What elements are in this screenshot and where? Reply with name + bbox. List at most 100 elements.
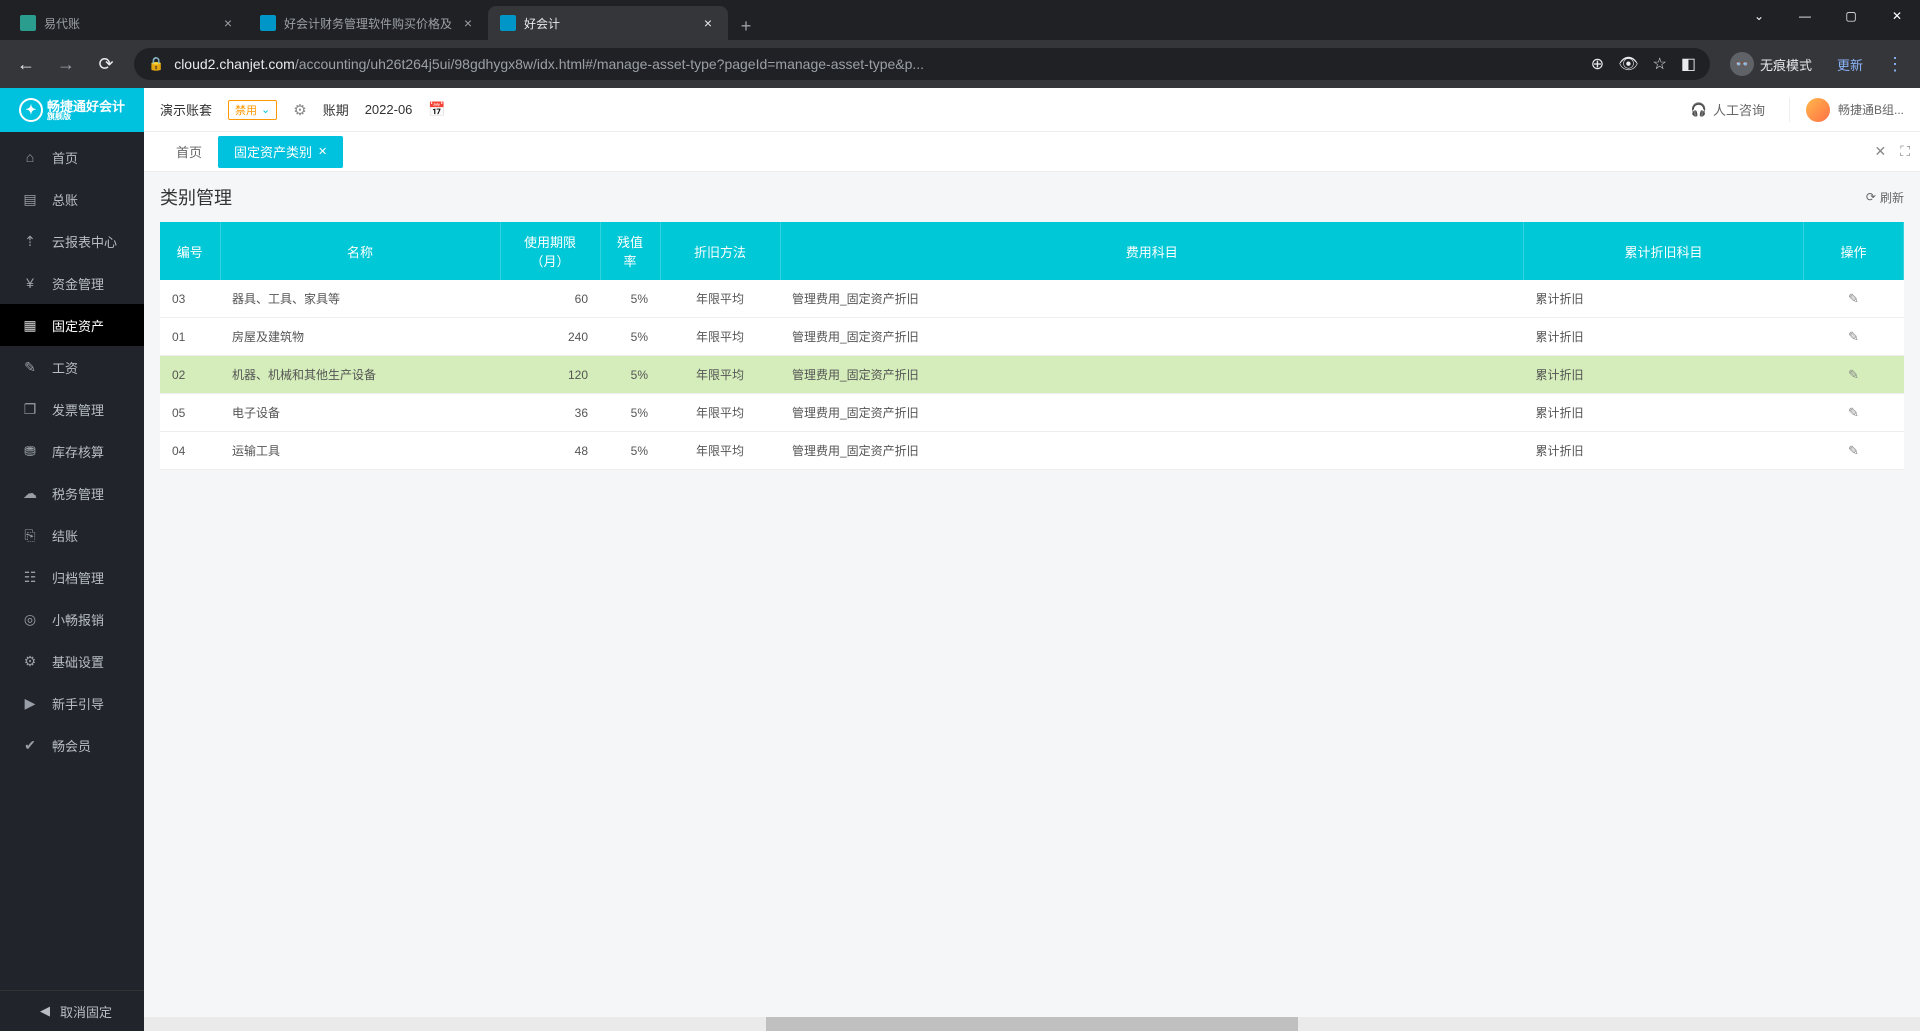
nav-label: 库存核算 <box>52 442 104 461</box>
gear-icon[interactable]: ⚙ <box>293 101 306 119</box>
eye-off-icon[interactable]: 👁 <box>1618 54 1638 74</box>
th-life: 使用期限（月） <box>500 222 600 280</box>
app-logo[interactable]: ✦ 畅捷通好会计 旗舰版 <box>0 88 144 132</box>
calendar-icon[interactable]: 📅 <box>428 101 445 118</box>
nav-label: 发票管理 <box>52 400 104 419</box>
top-bar: 演示账套 禁用 ⌄ ⚙ 账期 2022-06 📅 🎧 人工咨询 畅捷通B组... <box>144 88 1920 132</box>
incognito-label: 无痕模式 <box>1760 55 1812 74</box>
cell-rate: 5% <box>600 394 660 432</box>
sidebar-item-1[interactable]: ▤总账 <box>0 178 144 220</box>
tab-title: 好会计财务管理软件购买价格及 <box>284 15 452 32</box>
cell-method: 年限平均 <box>660 318 780 356</box>
star-icon[interactable]: ☆ <box>1653 54 1667 74</box>
browser-tab[interactable]: 好会计财务管理软件购买价格及 × <box>248 6 488 40</box>
sidebar-item-11[interactable]: ◎小畅报销 <box>0 598 144 640</box>
help-link[interactable]: 🎧 人工咨询 <box>1691 100 1765 119</box>
sidebar-item-2[interactable]: ⇡云报表中心 <box>0 220 144 262</box>
edit-icon[interactable]: ✎ <box>1848 329 1859 344</box>
browser-tab[interactable]: 易代账 × <box>8 6 248 40</box>
sidebar-footer: ◀ 取消固定 <box>0 990 144 1031</box>
update-button[interactable]: 更新 <box>1826 48 1874 81</box>
sidebar-item-13[interactable]: ▶新手引导 <box>0 682 144 724</box>
browser-tab-active[interactable]: 好会计 × <box>488 6 728 40</box>
table-row[interactable]: 03器具、工具、家具等605%年限平均管理费用_固定资产折旧累计折旧✎ <box>160 280 1904 318</box>
menu-icon[interactable]: ⋮ <box>1878 54 1912 75</box>
sidebar-item-3[interactable]: ¥资金管理 <box>0 262 144 304</box>
sidebar-item-8[interactable]: ☁税务管理 <box>0 472 144 514</box>
edit-icon[interactable]: ✎ <box>1848 443 1859 458</box>
refresh-button[interactable]: ⟳ 刷新 <box>1866 189 1904 206</box>
nav-label: 小畅报销 <box>52 610 104 629</box>
logo-icon: ✦ <box>19 98 43 122</box>
scroll-thumb[interactable] <box>766 1017 1299 1031</box>
edit-icon[interactable]: ✎ <box>1848 367 1859 382</box>
cell-name: 电子设备 <box>220 394 500 432</box>
back-button[interactable]: ← <box>8 46 44 82</box>
cell-life: 60 <box>500 280 600 318</box>
close-icon[interactable]: ✕ <box>318 145 327 158</box>
sidebar-item-6[interactable]: ❐发票管理 <box>0 388 144 430</box>
cell-method: 年限平均 <box>660 280 780 318</box>
close-all-icon[interactable]: ✕ <box>1874 143 1886 160</box>
sidebar-item-9[interactable]: ⎘结账 <box>0 514 144 556</box>
cell-depr: 累计折旧 <box>1524 318 1804 356</box>
user-menu[interactable]: 畅捷通B组... <box>1789 98 1904 122</box>
cell-method: 年限平均 <box>660 356 780 394</box>
favicon-icon <box>260 15 276 31</box>
window-controls: ⌄ — ▢ ✕ <box>1736 0 1920 32</box>
nav-label: 畅会员 <box>52 736 91 755</box>
url-input[interactable]: 🔒 cloud2.chanjet.com/accounting/uh26t264… <box>134 48 1710 80</box>
sidebar-item-0[interactable]: ⌂ 首页 <box>0 136 144 178</box>
nav-icon: ✎ <box>22 359 38 375</box>
tab-asset-type[interactable]: 固定资产类别 ✕ <box>218 136 343 168</box>
close-icon[interactable]: × <box>460 15 476 31</box>
browser-chrome: 易代账 × 好会计财务管理软件购买价格及 × 好会计 × + ⌄ — ▢ ✕ ←… <box>0 0 1920 88</box>
fullscreen-icon[interactable]: ⛶ <box>1900 143 1910 160</box>
extension-icon[interactable]: ◧ <box>1681 54 1696 74</box>
reload-button[interactable]: ⟳ <box>88 46 124 82</box>
sidebar-item-12[interactable]: ⚙基础设置 <box>0 640 144 682</box>
tab-home[interactable]: 首页 <box>160 136 218 168</box>
main: 演示账套 禁用 ⌄ ⚙ 账期 2022-06 📅 🎧 人工咨询 畅捷通B组...… <box>144 88 1920 1031</box>
period-value[interactable]: 2022-06 <box>365 102 413 117</box>
cell-life: 240 <box>500 318 600 356</box>
cell-method: 年限平均 <box>660 394 780 432</box>
table-row[interactable]: 02机器、机械和其他生产设备1205%年限平均管理费用_固定资产折旧累计折旧✎ <box>160 356 1904 394</box>
close-window-button[interactable]: ✕ <box>1874 0 1920 32</box>
nav-label: 总账 <box>52 190 78 209</box>
nav-icon: ¥ <box>22 275 38 291</box>
cell-rate: 5% <box>600 432 660 470</box>
sidebar-item-10[interactable]: ☷归档管理 <box>0 556 144 598</box>
sidebar-item-14[interactable]: ✔畅会员 <box>0 724 144 766</box>
nav-icon: ⌂ <box>22 149 38 165</box>
nav-label: 首页 <box>52 148 78 167</box>
trial-badge[interactable]: 禁用 ⌄ <box>228 100 277 120</box>
sidebar-item-5[interactable]: ✎工资 <box>0 346 144 388</box>
nav-label: 固定资产 <box>52 316 104 335</box>
table-row[interactable]: 01房屋及建筑物2405%年限平均管理费用_固定资产折旧累计折旧✎ <box>160 318 1904 356</box>
horizontal-scrollbar[interactable] <box>144 1017 1920 1031</box>
sidebar-item-7[interactable]: ⛃库存核算 <box>0 430 144 472</box>
new-tab-button[interactable]: + <box>732 12 760 40</box>
sidebar-item-4[interactable]: ▦固定资产 <box>0 304 144 346</box>
edit-icon[interactable]: ✎ <box>1848 291 1859 306</box>
table-row[interactable]: 04运输工具485%年限平均管理费用_固定资产折旧累计折旧✎ <box>160 432 1904 470</box>
zoom-icon[interactable]: ⊕ <box>1591 54 1604 74</box>
unpin-button[interactable]: ◀ 取消固定 <box>0 991 144 1031</box>
table-row[interactable]: 05电子设备365%年限平均管理费用_固定资产折旧累计折旧✎ <box>160 394 1904 432</box>
arrow-down-icon[interactable]: ⌄ <box>1736 0 1782 32</box>
th-depr: 累计折旧科目 <box>1524 222 1804 280</box>
cell-expense: 管理费用_固定资产折旧 <box>780 432 1524 470</box>
address-bar: ← → ⟳ 🔒 cloud2.chanjet.com/accounting/uh… <box>0 40 1920 88</box>
sidebar: ✦ 畅捷通好会计 旗舰版 ⌂ 首页 ▤总账⇡云报表中心¥资金管理▦固定资产✎工资❐发… <box>0 88 144 1031</box>
minimize-button[interactable]: — <box>1782 0 1828 32</box>
refresh-icon: ⟳ <box>1866 190 1876 204</box>
close-icon[interactable]: × <box>700 15 716 31</box>
forward-button[interactable]: → <box>48 46 84 82</box>
cell-rate: 5% <box>600 318 660 356</box>
cell-op: ✎ <box>1804 318 1904 356</box>
chevron-down-icon: ⌄ <box>261 103 270 116</box>
edit-icon[interactable]: ✎ <box>1848 405 1859 420</box>
maximize-button[interactable]: ▢ <box>1828 0 1874 32</box>
close-icon[interactable]: × <box>220 15 236 31</box>
